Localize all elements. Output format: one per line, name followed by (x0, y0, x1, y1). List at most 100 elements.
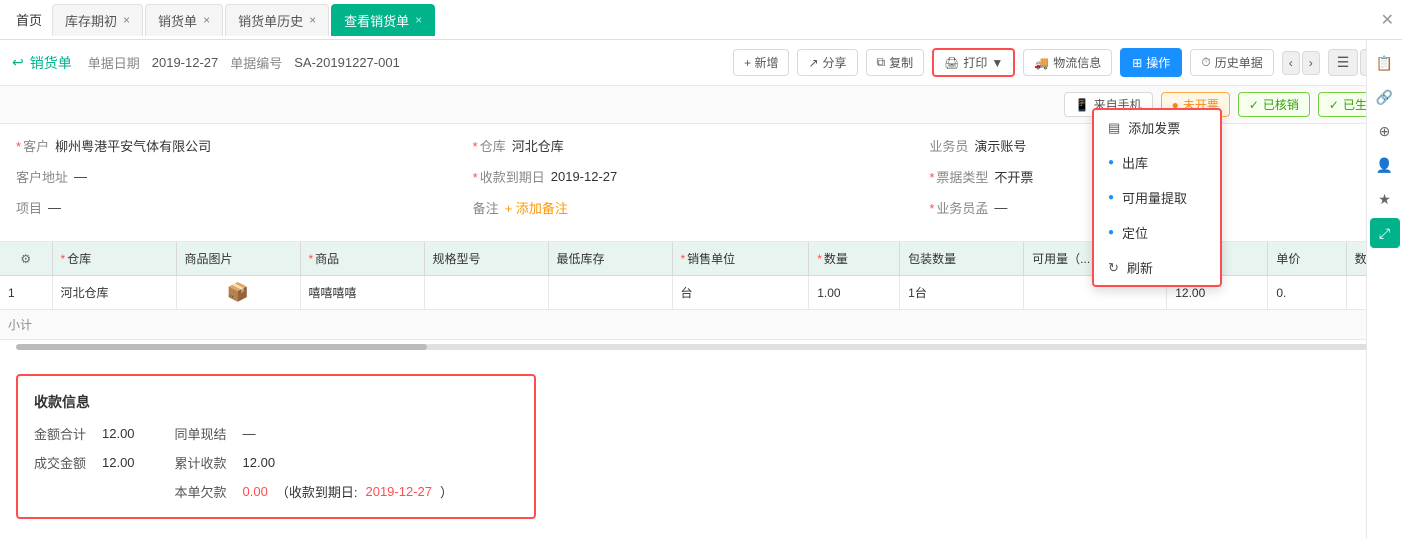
row-pkgqty: 1台 (900, 276, 1024, 310)
plus-icon: + (505, 201, 513, 216)
payment-rows: 金额合计 12.00 成交金额 12.00 同单现结 — 累计收款 (34, 424, 518, 501)
tab-view-sales-label: 查看销货单 (344, 11, 409, 30)
customer-label: 客户 (16, 136, 49, 155)
copy-label: 复制 (889, 54, 913, 71)
tab-view-sales-close[interactable]: × (415, 13, 422, 27)
history-label: 历史单据 (1215, 54, 1263, 71)
logistics-button[interactable]: 🚚 物流信息 (1023, 49, 1112, 76)
accumulated-value: 12.00 (243, 455, 276, 470)
refresh-icon: ↻ (1108, 260, 1119, 276)
dropdown-add-invoice[interactable]: ▤ 添加发票 (1094, 110, 1220, 145)
tab-inventory-close[interactable]: × (123, 13, 130, 27)
amount-label: 金额合计 (34, 424, 94, 443)
locate-dot-icon: ● (1108, 227, 1114, 238)
tab-bar: 首页 库存期初 × 销货单 × 销货单历史 × 查看销货单 × ✕ (0, 0, 1402, 40)
dropdown-qty-fetch[interactable]: ● 可用量提取 (1094, 180, 1220, 215)
note-add-btn[interactable]: + 添加备注 (505, 198, 568, 217)
window-close-button[interactable]: ✕ (1381, 10, 1394, 30)
tab-inventory[interactable]: 库存期初 × (52, 4, 143, 36)
trade-row: 成交金额 12.00 (34, 453, 135, 472)
row-spec (424, 276, 548, 310)
subtotal-label: 小计 (0, 310, 1402, 340)
number-value: SA-20191227-001 (294, 55, 400, 70)
row-product: 嘻嘻嘻嘻 (300, 276, 424, 310)
due-value: 2019-12-27 (365, 484, 432, 499)
prev-button[interactable]: ‹ (1282, 51, 1300, 75)
doc-icon: ↩ (12, 54, 24, 71)
print-button[interactable]: 🖨 打印 ▼ (932, 48, 1015, 77)
logistics-icon: 🚚 (1034, 56, 1049, 70)
check-icon: ✓ (1249, 98, 1259, 112)
sidebar-user-icon[interactable]: 👤 (1370, 150, 1400, 180)
tab-sales-close[interactable]: × (203, 13, 210, 27)
share-button[interactable]: ↗ 分享 (797, 49, 857, 76)
add-invoice-icon: ▤ (1108, 120, 1120, 136)
refresh-label: 刷新 (1127, 258, 1153, 277)
tab-sales-history[interactable]: 销货单历史 × (225, 4, 329, 36)
sidebar-doc-icon[interactable]: 📋 (1370, 48, 1400, 78)
salesman-label: 业务员 (929, 136, 968, 155)
address-value: — (74, 169, 87, 184)
dropdown-outbound[interactable]: ● 出库 (1094, 145, 1220, 180)
sidebar-link-icon[interactable]: 🔗 (1370, 82, 1400, 112)
tab-sales-history-close[interactable]: × (309, 13, 316, 27)
check-ok-button[interactable]: ✓ 已核销 (1238, 92, 1310, 117)
history-button[interactable]: ⏱ 历史单据 (1190, 49, 1273, 76)
address-field: 客户地址 — (16, 167, 473, 186)
print-icon: 🖨 (944, 56, 959, 70)
share-icon: ↗ (808, 56, 818, 70)
tab-sales[interactable]: 销货单 × (145, 4, 223, 36)
accumulated-label: 累计收款 (175, 453, 235, 472)
payment-date-label: 收款到期日 (473, 167, 545, 186)
tab-bar-right: ✕ (1381, 10, 1394, 30)
print-dropdown-icon: ▼ (991, 56, 1003, 70)
dropdown-refresh[interactable]: ↻ 刷新 (1094, 250, 1220, 285)
tab-home[interactable]: 首页 (8, 10, 50, 29)
right-sidebar: 📋 🔗 ⊕ 👤 ★ ⤢ (1366, 40, 1402, 539)
dropdown-locate[interactable]: ● 定位 (1094, 215, 1220, 250)
doc-actions: + 新增 ↗ 分享 ⧉ 复制 🖨 打印 ▼ 🚚 物流信息 ⊞ 操作 (733, 48, 1390, 77)
doc-meta: 单据日期 2019-12-27 单据编号 SA-20191227-001 (88, 53, 400, 72)
accumulated-row: 累计收款 12.00 (175, 453, 453, 472)
phone-icon: 📱 (1075, 98, 1090, 112)
print-label: 打印 (963, 54, 987, 71)
payment-col-right: 同单现结 — 累计收款 12.00 本单欠款 0.00 （收款到期日: 2019… (175, 424, 453, 501)
amount-value: 12.00 (102, 426, 135, 441)
share-label: 分享 (823, 54, 847, 71)
col-pkgqty: 包装数量 (900, 242, 1024, 276)
copy-button[interactable]: ⧉ 复制 (866, 49, 925, 76)
next-button[interactable]: › (1302, 51, 1320, 75)
row-no: 1 (0, 276, 52, 310)
bizman-value: — (994, 200, 1007, 215)
tab-inventory-label: 库存期初 (65, 11, 117, 30)
ticket-label: 票据类型 (929, 167, 988, 186)
product-image: 📦 (227, 282, 249, 302)
payment-date-field: 收款到期日 2019-12-27 (473, 167, 930, 186)
ticket-value: 不开票 (994, 167, 1033, 186)
list-view-button[interactable]: ☰ (1328, 49, 1359, 76)
salesman-value: 演示账号 (974, 136, 1026, 155)
bizman-label: 业务员孟 (929, 198, 988, 217)
note-label: 备注 (473, 198, 499, 217)
new-button[interactable]: + 新增 (733, 49, 789, 76)
trade-value: 12.00 (102, 455, 135, 470)
col-image: 商品图片 (176, 242, 300, 276)
qty-fetch-label: 可用量提取 (1122, 188, 1187, 207)
owed-label: 本单欠款 (175, 482, 235, 501)
due-label: （收款到期日: (276, 482, 358, 501)
customer-field: 客户 柳州粤港平安气体有限公司 (16, 136, 473, 155)
project-value: — (48, 200, 61, 215)
sidebar-star-icon[interactable]: ★ (1370, 184, 1400, 214)
tab-view-sales[interactable]: 查看销货单 × (331, 4, 435, 36)
operation-button[interactable]: ⊞ 操作 (1120, 48, 1182, 77)
col-settings[interactable]: ⚙ (0, 242, 52, 276)
sidebar-expand-icon[interactable]: ⤢ (1370, 218, 1400, 248)
doc-header: ↩ 销货单 单据日期 2019-12-27 单据编号 SA-20191227-0… (0, 40, 1402, 86)
sidebar-circle-icon[interactable]: ⊕ (1370, 116, 1400, 146)
logistics-label: 物流信息 (1053, 54, 1101, 71)
number-label: 单据编号 (230, 53, 282, 72)
row-unit: 台 (672, 276, 809, 310)
payment-section: 收款信息 金额合计 12.00 成交金额 12.00 同单现结 — (16, 374, 536, 519)
owed-row: 本单欠款 0.00 （收款到期日: 2019-12-27 ） (175, 482, 453, 501)
same-order-value: — (243, 426, 256, 441)
